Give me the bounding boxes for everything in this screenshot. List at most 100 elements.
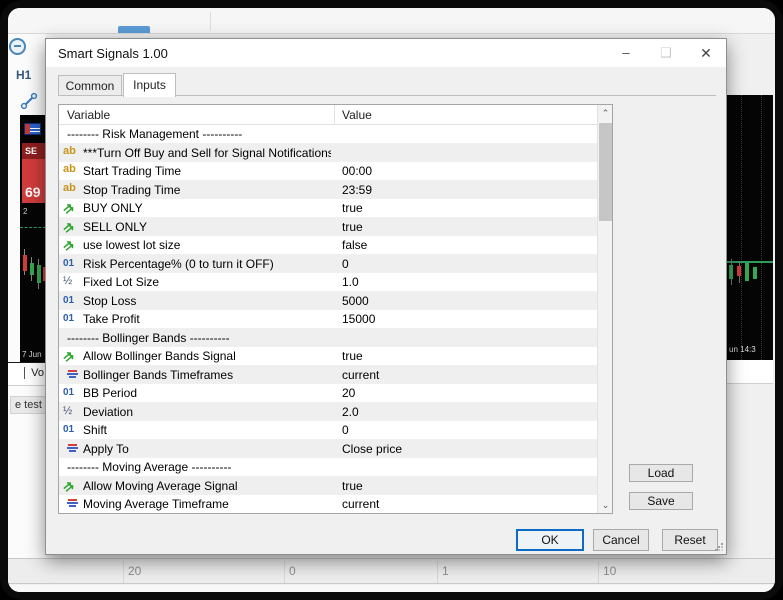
int-param-icon: 01: [63, 424, 75, 435]
sell-button[interactable]: 69: [22, 159, 46, 203]
param-value[interactable]: false: [342, 238, 367, 252]
param-label: Moving Average Timeframe: [83, 497, 229, 511]
param-label: Apply To: [83, 441, 129, 456]
dialog-titlebar[interactable]: Smart Signals 1.00 – ❑ ✕: [46, 39, 726, 67]
table-row[interactable]: 01 Take Profit 15000: [59, 310, 597, 329]
save-button[interactable]: Save: [629, 492, 693, 510]
screenshot-frame: H1 SE 69 2 7 Jun Vo e test un 14:3 20 0 …: [0, 0, 783, 600]
param-value[interactable]: current: [342, 368, 379, 382]
chart-grid-icon: [24, 123, 41, 135]
scroll-down-icon[interactable]: ⌄: [598, 497, 612, 513]
table-row[interactable]: ⇉ BUY ONLY true: [59, 199, 597, 218]
vertical-scrollbar[interactable]: ⌃ ⌄: [597, 105, 612, 513]
table-row[interactable]: ⇉ Allow Moving Average Signal true: [59, 476, 597, 495]
sell-button-header[interactable]: SE: [22, 143, 46, 159]
table-row[interactable]: ½ Fixed Lot Size 1.0: [59, 273, 597, 292]
param-label: Bollinger Bands Timeframes: [83, 367, 234, 382]
param-label: Stop Loss: [83, 293, 137, 308]
param-label: use lowest lot size: [83, 238, 181, 252]
data-cell: 1: [442, 564, 449, 578]
trendline-tool-icon[interactable]: [20, 92, 38, 115]
column-header-value[interactable]: Value: [342, 108, 372, 122]
data-cell: 20: [128, 564, 142, 578]
table-row[interactable]: -------- Moving Average ----------: [59, 458, 597, 477]
param-value[interactable]: 0: [342, 423, 349, 437]
table-row[interactable]: ½ Deviation 2.0: [59, 402, 597, 421]
table-row[interactable]: Moving Average Timeframe current: [59, 495, 597, 513]
bool-param-icon: ⇉: [59, 348, 77, 366]
enum-bar: [68, 449, 76, 452]
tab-common[interactable]: Common: [58, 75, 122, 96]
param-value[interactable]: 1.0: [342, 275, 359, 289]
tab-inputs[interactable]: Inputs: [123, 73, 176, 97]
param-label: SELL ONLY: [83, 219, 148, 234]
inputs-table: Variable Value -------- Risk Management …: [58, 104, 613, 514]
table-row[interactable]: ⇉ use lowest lot size false: [59, 236, 597, 255]
minimize-icon[interactable]: –: [606, 39, 646, 67]
text-param-icon: ab: [63, 163, 76, 175]
param-value[interactable]: 5000: [342, 294, 369, 308]
param-value[interactable]: true: [342, 479, 363, 493]
close-icon[interactable]: ✕: [686, 39, 726, 67]
table-row[interactable]: 01 Shift 0: [59, 421, 597, 440]
table-row[interactable]: -------- Risk Management ----------: [59, 125, 597, 144]
param-label: Stop Trading Time: [83, 182, 181, 197]
status-fragment: e test: [10, 396, 47, 414]
scroll-up-icon[interactable]: ⌃: [598, 105, 612, 121]
bool-param-icon: ⇉: [59, 237, 77, 255]
timeframe-h1-button[interactable]: H1: [16, 68, 31, 82]
enum-bar: [66, 502, 78, 504]
ok-button[interactable]: OK: [516, 529, 584, 551]
table-row[interactable]: ⇉ SELL ONLY true: [59, 217, 597, 236]
table-rows: -------- Risk Management ---------- ab ***…: [59, 125, 597, 513]
sell-price: 69: [25, 184, 41, 200]
table-row[interactable]: 01 Stop Loss 5000: [59, 291, 597, 310]
table-row[interactable]: -------- Bollinger Bands ----------: [59, 328, 597, 347]
param-label: -------- Risk Management ----------: [67, 127, 243, 141]
table-row[interactable]: Bollinger Bands Timeframes current: [59, 365, 597, 384]
table-row[interactable]: ab Start Trading Time 00:00: [59, 162, 597, 181]
scrollbar-thumb[interactable]: [599, 123, 612, 221]
table-row[interactable]: 01 Risk Percentage% (0 to turn it OFF) 0: [59, 254, 597, 273]
enum-bar: [66, 446, 78, 449]
table-row[interactable]: ab Stop Trading Time 23:59: [59, 180, 597, 199]
table-row[interactable]: 01 BB Period 20: [59, 384, 597, 403]
param-value[interactable]: 15000: [342, 312, 375, 326]
candle: [753, 267, 757, 279]
candle: [745, 263, 749, 281]
grid-dotted-line: [761, 95, 762, 360]
table-row[interactable]: ab ***Turn Off Buy and Sell for Signal No…: [59, 143, 597, 162]
table-row[interactable]: ⇉ Allow Bollinger Bands Signal true: [59, 347, 597, 366]
indicator-line: [727, 261, 773, 263]
load-button[interactable]: Load: [629, 464, 693, 482]
chart-tabstrip-right: [727, 360, 773, 384]
double-param-icon: ½: [63, 275, 73, 287]
int-param-icon: 01: [63, 294, 75, 306]
resize-grip[interactable]: [714, 542, 723, 551]
cancel-button[interactable]: Cancel: [593, 529, 649, 551]
param-value[interactable]: true: [342, 220, 363, 234]
param-value[interactable]: true: [342, 349, 363, 363]
candle: [30, 263, 34, 275]
smart-signals-dialog: Smart Signals 1.00 – ❑ ✕ Common Inputs V…: [45, 38, 727, 555]
param-value[interactable]: 0: [342, 257, 349, 271]
param-value[interactable]: 20: [342, 386, 355, 400]
param-value[interactable]: 00:00: [342, 164, 372, 178]
int-param-icon: 01: [63, 387, 75, 398]
enum-bar: [66, 372, 78, 375]
reset-button[interactable]: Reset: [662, 529, 718, 551]
param-value[interactable]: current: [342, 497, 379, 511]
data-cell: 0: [289, 564, 296, 578]
param-value[interactable]: Close price: [342, 442, 402, 456]
chart-area-left-sliver: SE 69 2 7 Jun: [20, 115, 46, 362]
maximize-icon[interactable]: ❑: [646, 39, 686, 67]
param-value[interactable]: 23:59: [342, 183, 372, 197]
param-value[interactable]: 2.0: [342, 405, 359, 419]
chart-tab-fragment[interactable]: Vo: [24, 367, 44, 379]
table-row[interactable]: Apply To Close price: [59, 439, 597, 458]
column-header-variable[interactable]: Variable: [67, 108, 110, 122]
param-value[interactable]: true: [342, 201, 363, 215]
param-label: BUY ONLY: [83, 201, 143, 215]
bool-param-icon: ⇉: [59, 477, 77, 495]
zoom-out-icon[interactable]: [9, 38, 26, 55]
